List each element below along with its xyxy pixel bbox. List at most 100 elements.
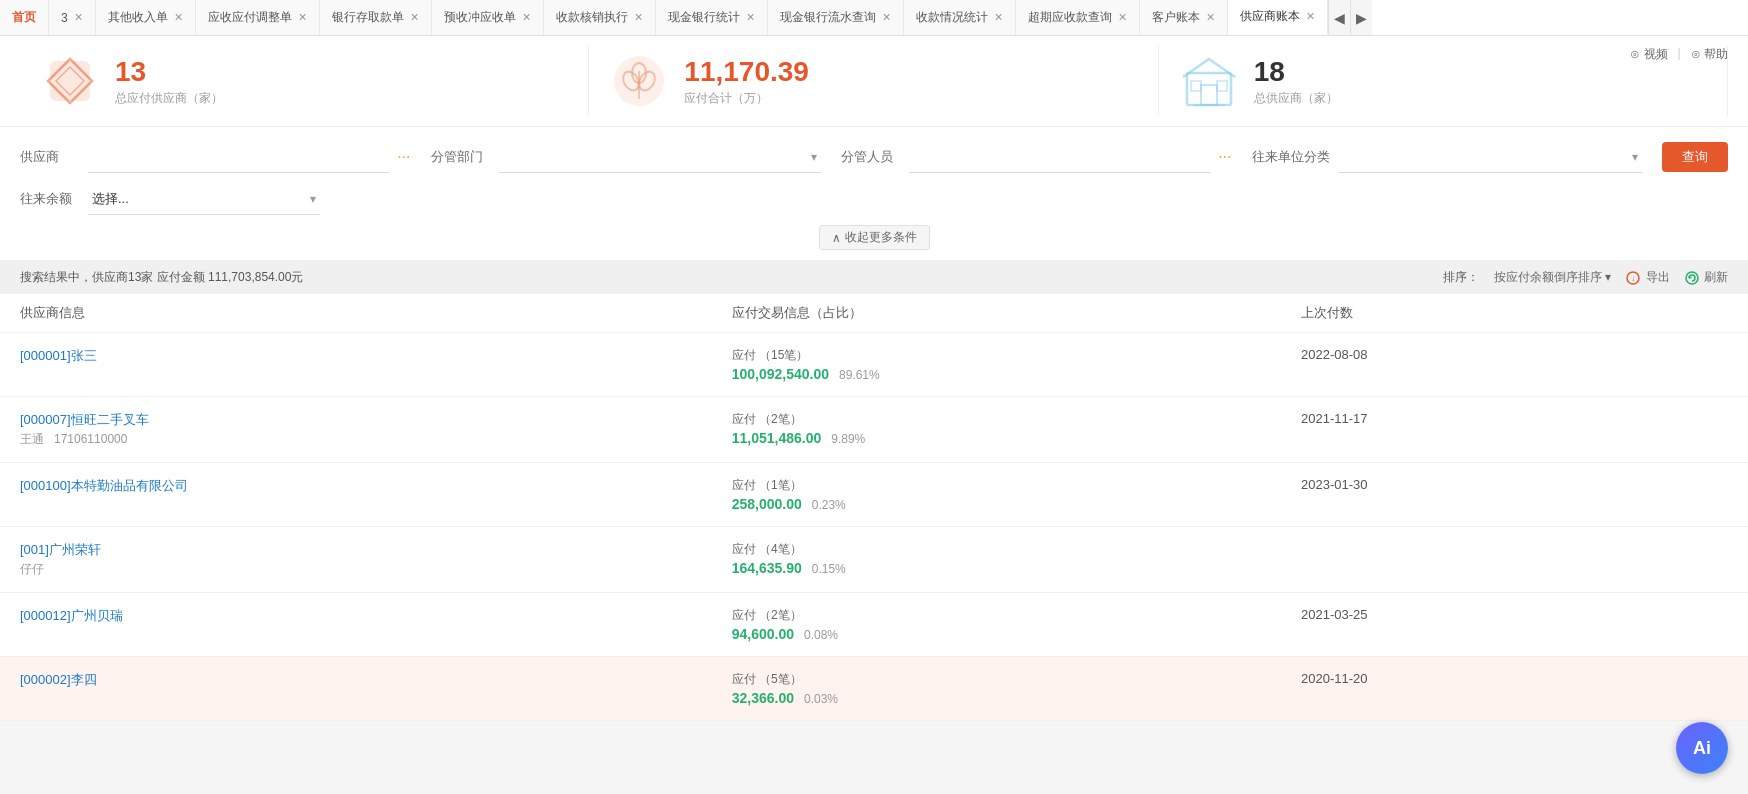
tab-overdue-query[interactable]: 超期应收款查询 ✕	[1016, 0, 1140, 35]
tab-prepay-close[interactable]: ✕	[522, 11, 531, 24]
last-payment-date: 2022-08-08	[1301, 345, 1368, 362]
payable-suppliers-number: 13	[115, 55, 223, 89]
supplier-info-cell: [000100]本特勤油品有限公司	[20, 477, 732, 495]
tab-overdue-query-close[interactable]: ✕	[1118, 11, 1127, 24]
summary-bar: 13 总应付供应商（家） 11,170.39 应付合计（万）	[0, 36, 1748, 127]
tab-supplier-ledger-close[interactable]: ✕	[1306, 10, 1315, 23]
supplier-input[interactable]	[88, 141, 389, 173]
table-row[interactable]: [000100]本特勤油品有限公司 应付 （1笔） 258,000.00 0.2…	[0, 463, 1748, 527]
filter-row-2: 往来余额 ▾	[20, 183, 320, 215]
tab-cash-bank-flow-close[interactable]: ✕	[882, 11, 891, 24]
tab-cash-bank-stat[interactable]: 现金银行统计 ✕	[656, 0, 768, 35]
transaction-amount: 11,051,486.00	[732, 430, 822, 446]
payable-suppliers-label: 总应付供应商（家）	[115, 90, 223, 107]
collapse-button[interactable]: ∧ 收起更多条件	[819, 225, 930, 250]
table-row[interactable]: [000001]张三 应付 （15笔） 100,092,540.00 89.61…	[0, 333, 1748, 397]
transaction-pct: 0.23%	[812, 498, 846, 512]
dept-chevron-icon[interactable]: ▾	[811, 150, 817, 164]
dept-select[interactable]	[503, 149, 812, 164]
tab-collection-exec-label: 收款核销执行	[556, 9, 628, 26]
balance-label: 往来余额	[20, 190, 80, 208]
total-suppliers-label: 总供应商（家）	[1254, 90, 1338, 107]
tab-3-close[interactable]: ✕	[74, 11, 83, 24]
tab-collection-exec[interactable]: 收款核销执行 ✕	[544, 0, 656, 35]
tab-collection-stat[interactable]: 收款情况统计 ✕	[904, 0, 1016, 35]
transaction-pct: 0.15%	[812, 562, 846, 576]
balance-select-wrapper: ▾	[88, 183, 320, 215]
filter-dept: 分管部门 ▾	[431, 141, 822, 173]
unit-category-select[interactable]	[1342, 149, 1633, 164]
tab-ap-adjust[interactable]: 应收应付调整单 ✕	[196, 0, 320, 35]
divider: |	[1678, 46, 1681, 63]
export-btn[interactable]: ↓ 导出	[1626, 269, 1669, 286]
filter-person: 分管人员 ···	[841, 141, 1232, 173]
refresh-btn[interactable]: 刷新	[1685, 269, 1728, 286]
tab-customer-ledger-label: 客户账本	[1152, 9, 1200, 26]
tab-nav-next[interactable]: ▶	[1350, 0, 1372, 35]
supplier-link[interactable]: [000012]广州贝瑞	[20, 608, 123, 623]
filter-supplier: 供应商 ···	[20, 141, 411, 173]
tab-supplier-ledger[interactable]: 供应商账本 ✕	[1228, 0, 1328, 35]
balance-chevron-icon[interactable]: ▾	[310, 192, 316, 206]
table-header: 供应商信息 应付交易信息（占比） 上次付数	[0, 294, 1748, 333]
supplier-dots-btn[interactable]: ···	[397, 148, 410, 166]
tab-cash-bank-flow-label: 现金银行流水查询	[780, 9, 876, 26]
supplier-link[interactable]: [001]广州荣轩	[20, 542, 101, 557]
table-row[interactable]: [000007]恒旺二手叉车 王通 17106110000 应付 （2笔） 11…	[0, 397, 1748, 463]
balance-select[interactable]	[92, 191, 310, 206]
tab-3[interactable]: 3 ✕	[49, 0, 96, 35]
transaction-count: 应付 （2笔）	[732, 607, 1301, 624]
result-bar: 搜索结果中，供应商13家 应付金额 111,703,854.00元 排序： 按应…	[0, 261, 1748, 294]
tab-other-income[interactable]: 其他收入单 ✕	[96, 0, 196, 35]
total-suppliers-number: 18	[1254, 55, 1338, 89]
video-link[interactable]: ⊙ 视频	[1630, 46, 1667, 63]
tab-nav-prev[interactable]: ◀	[1328, 0, 1350, 35]
tab-bank-deposit[interactable]: 银行存取款单 ✕	[320, 0, 432, 35]
supplier-name: [000002]李四	[20, 671, 732, 689]
transaction-amount: 164,635.90	[732, 560, 802, 576]
tab-other-income-close[interactable]: ✕	[174, 11, 183, 24]
query-button[interactable]: 查询	[1662, 142, 1728, 172]
supplier-link[interactable]: [000007]恒旺二手叉车	[20, 412, 149, 427]
tab-other-income-label: 其他收入单	[108, 9, 168, 26]
transaction-count: 应付 （2笔）	[732, 411, 1301, 428]
tab-collection-stat-close[interactable]: ✕	[994, 11, 1003, 24]
supplier-contact: 王通 17106110000	[20, 431, 732, 448]
tab-ap-adjust-close[interactable]: ✕	[298, 11, 307, 24]
tab-cash-bank-stat-close[interactable]: ✕	[746, 11, 755, 24]
person-input[interactable]	[909, 141, 1210, 173]
tab-collection-exec-close[interactable]: ✕	[634, 11, 643, 24]
table-row[interactable]: [000012]广州贝瑞 应付 （2笔） 94,600.00 0.08% 202…	[0, 593, 1748, 657]
tab-ap-adjust-label: 应收应付调整单	[208, 9, 292, 26]
supplier-link[interactable]: [000100]本特勤油品有限公司	[20, 478, 188, 493]
supplier-info-cell: [000001]张三	[20, 347, 732, 365]
tab-customer-ledger[interactable]: 客户账本 ✕	[1140, 0, 1228, 35]
person-dots-btn[interactable]: ···	[1218, 148, 1231, 166]
tab-cash-bank-flow[interactable]: 现金银行流水查询 ✕	[768, 0, 904, 35]
last-payment-cell: 2020-11-20	[1301, 671, 1728, 686]
unit-category-chevron-icon[interactable]: ▾	[1632, 150, 1638, 164]
tab-bank-deposit-close[interactable]: ✕	[410, 11, 419, 24]
transaction-info-cell: 应付 （15笔） 100,092,540.00 89.61%	[732, 347, 1301, 382]
summary-info-total-payable: 11,170.39 应付合计（万）	[684, 55, 809, 108]
supplier-link[interactable]: [000001]张三	[20, 348, 97, 363]
transaction-row: 100,092,540.00 89.61%	[732, 366, 1301, 382]
supplier-name: [000001]张三	[20, 347, 732, 365]
table-row[interactable]: [001]广州荣轩 仔仔 应付 （4笔） 164,635.90 0.15%	[0, 527, 1748, 593]
main-table: 供应商信息 应付交易信息（占比） 上次付数 [000001]张三 应付 （15笔…	[0, 294, 1748, 721]
tab-bar: 首页 3 ✕ 其他收入单 ✕ 应收应付调整单 ✕ 银行存取款单 ✕ 预收冲应收单…	[0, 0, 1748, 36]
tab-customer-ledger-close[interactable]: ✕	[1206, 11, 1215, 24]
collapse-label: 收起更多条件	[845, 229, 917, 246]
transaction-count: 应付 （15笔）	[732, 347, 1301, 364]
transaction-pct: 9.89%	[831, 432, 865, 446]
summary-info-payable-suppliers: 13 总应付供应商（家）	[115, 55, 223, 108]
transaction-amount: 94,600.00	[732, 626, 794, 642]
help-link[interactable]: ⊙ 帮助	[1691, 46, 1728, 63]
tab-prepay[interactable]: 预收冲应收单 ✕	[432, 0, 544, 35]
tab-home[interactable]: 首页	[0, 0, 49, 35]
transaction-row: 164,635.90 0.15%	[732, 560, 1301, 576]
table-row[interactable]: [000002]李四 应付 （5笔） 32,366.00 0.03% 2020-…	[0, 657, 1748, 721]
sort-select[interactable]: 按应付余额倒序排序 ▾	[1494, 269, 1611, 286]
supplier-link[interactable]: [000002]李四	[20, 672, 97, 687]
last-payment-date: 2023-01-30	[1301, 475, 1368, 492]
